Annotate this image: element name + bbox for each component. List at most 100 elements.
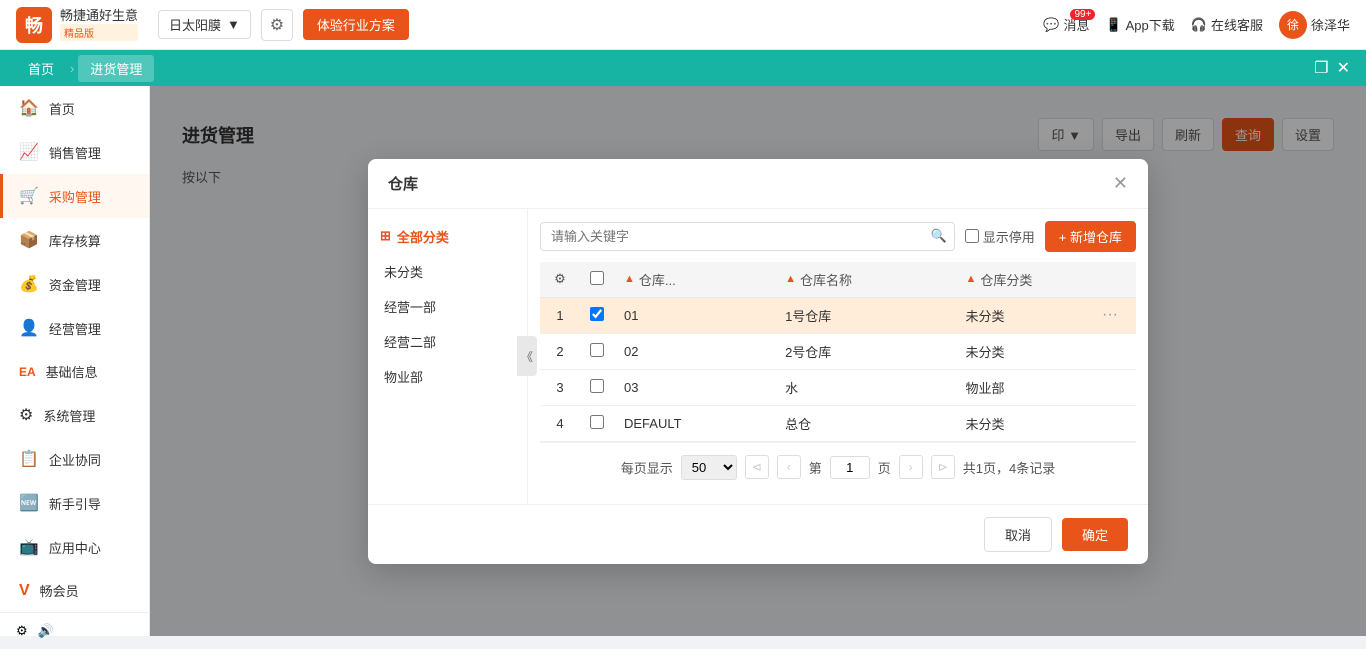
row-checkbox-cell <box>580 405 614 441</box>
sidebar-item-apps[interactable]: 📺 应用中心 <box>0 525 149 569</box>
cancel-button[interactable]: 取消 <box>984 517 1052 552</box>
row-checkbox[interactable] <box>590 343 604 357</box>
sidebar-label-sales: 销售管理 <box>49 143 101 162</box>
sales-icon: 📈 <box>19 142 39 162</box>
category-item-property[interactable]: 物业部 <box>368 359 527 394</box>
sidebar-label-management: 经营管理 <box>49 319 101 338</box>
row-name: 总仓 <box>775 405 955 441</box>
warehouse-dialog: 仓库 ✕ ⊞ 全部分类 未分类 经营 <box>368 159 1148 564</box>
message-icon: 💬 <box>1043 17 1059 33</box>
basic-info-icon: EA <box>19 365 36 379</box>
row-name: 2号仓库 <box>775 333 955 369</box>
last-page-button[interactable]: ⊳ <box>931 455 955 479</box>
page-size-label: 每页显示 <box>621 458 673 477</box>
app-download-label: App下载 <box>1126 15 1175 34</box>
row-index: 2 <box>540 333 580 369</box>
dialog-close-button[interactable]: ✕ <box>1113 173 1128 194</box>
search-icon[interactable]: 🔍 <box>931 228 947 244</box>
row-category: 未分类··· <box>956 297 1136 333</box>
user-profile[interactable]: 徐 徐泽华 <box>1279 11 1350 39</box>
table-row[interactable]: 3 03 水 物业部 <box>540 369 1136 405</box>
prev-page-icon: ‹ <box>787 460 791 474</box>
subnav-home[interactable]: 首页 <box>16 55 66 82</box>
sidebar-item-sales[interactable]: 📈 销售管理 <box>0 130 149 174</box>
row-code: 03 <box>614 369 775 405</box>
row-checkbox[interactable] <box>590 415 604 429</box>
col-name: ▲ 仓库名称 <box>775 262 955 298</box>
search-input[interactable] <box>540 222 955 251</box>
sidebar-item-enterprise[interactable]: 📋 企业协同 <box>0 437 149 481</box>
add-warehouse-button[interactable]: + 新增仓库 <box>1045 221 1136 252</box>
trial-button[interactable]: 体验行业方案 <box>303 9 409 40</box>
header-right: 💬 消息 99+ 📱 App下载 🎧 在线客服 徐 徐泽华 <box>1043 11 1350 39</box>
row-checkbox-cell <box>580 333 614 369</box>
sidebar-item-system[interactable]: ⚙ 系统管理 <box>0 393 149 437</box>
sidebar-label-basic-info: 基础信息 <box>46 362 98 381</box>
grid-icon: ⊞ <box>380 228 391 244</box>
logo-text: 畅捷通好生意 <box>60 8 138 25</box>
show-disabled-checkbox[interactable]: 显示停用 <box>965 227 1035 246</box>
purchase-icon: 🛒 <box>19 186 39 206</box>
row-checkbox[interactable] <box>590 307 604 321</box>
category-item-ops1[interactable]: 经营一部 <box>368 289 527 324</box>
page-size-select[interactable]: 50 20 100 <box>681 455 737 480</box>
row-actions[interactable]: ··· <box>1102 306 1118 324</box>
col-settings: ⚙ <box>540 262 580 298</box>
sidebar-item-purchase[interactable]: 🛒 采购管理 <box>0 174 149 218</box>
phone-icon: 📱 <box>1105 17 1121 33</box>
pagination: 每页显示 50 20 100 ⊲ ‹ <box>540 442 1136 492</box>
next-page-button[interactable]: › <box>899 455 923 479</box>
total-info: 共1页，4条记录 <box>963 458 1055 477</box>
subnav-purchase[interactable]: 进货管理 <box>78 55 154 82</box>
sidebar-label-apps: 应用中心 <box>49 538 101 557</box>
sidebar-item-inventory[interactable]: 📦 库存核算 <box>0 218 149 262</box>
row-category: 未分类 <box>956 405 1136 441</box>
sidebar-volume-icon[interactable]: 🔊 <box>38 623 54 639</box>
message-button[interactable]: 💬 消息 99+ <box>1043 15 1089 34</box>
sidebar-item-membership[interactable]: V 畅会员 <box>0 569 149 612</box>
sidebar-item-guide[interactable]: 🆕 新手引导 <box>0 481 149 525</box>
all-categories-button[interactable]: ⊞ 全部分类 <box>368 219 527 254</box>
close-window-button[interactable]: ✕ <box>1337 58 1350 78</box>
table-row[interactable]: 2 02 2号仓库 未分类 <box>540 333 1136 369</box>
sidebar: 🏠 首页 📈 销售管理 🛒 采购管理 📦 库存核算 💰 资金管理 👤 经营管理 … <box>0 86 150 636</box>
prev-page-button[interactable]: ‹ <box>777 455 801 479</box>
row-checkbox-cell <box>580 369 614 405</box>
store-selector[interactable]: 日太阳膜 ▼ <box>158 10 251 39</box>
sidebar-settings-icon[interactable]: ⚙ <box>16 623 28 639</box>
select-all-checkbox[interactable] <box>590 271 604 285</box>
category-item-ops2[interactable]: 经营二部 <box>368 324 527 359</box>
col-code: ▲ 仓库... <box>614 262 775 298</box>
store-chevron-icon: ▼ <box>227 17 240 32</box>
sidebar-bottom: ⚙ 🔊 <box>0 612 149 649</box>
sidebar-item-basic-info[interactable]: EA 基础信息 <box>0 350 149 393</box>
table-row[interactable]: 4 DEFAULT 总仓 未分类 <box>540 405 1136 441</box>
row-code: 01 <box>614 297 775 333</box>
sidebar-item-finance[interactable]: 💰 资金管理 <box>0 262 149 306</box>
sort-icon-name: ▲ <box>785 273 796 285</box>
headset-icon: 🎧 <box>1191 17 1207 33</box>
membership-icon: V <box>19 582 30 600</box>
all-categories-label: 全部分类 <box>397 227 449 246</box>
sidebar-item-management[interactable]: 👤 经营管理 <box>0 306 149 350</box>
logo-area: 畅 畅捷通好生意 精品版 <box>16 7 138 43</box>
sort-icon-cat: ▲ <box>966 273 977 285</box>
finance-icon: 💰 <box>19 274 39 294</box>
page-input[interactable] <box>830 456 870 479</box>
settings-button[interactable]: ⚙ <box>261 9 293 41</box>
table-row[interactable]: 1 01 1号仓库 未分类··· <box>540 297 1136 333</box>
first-page-icon: ⊲ <box>752 460 762 474</box>
app-download-button[interactable]: 📱 App下载 <box>1105 15 1174 34</box>
sidebar-item-home[interactable]: 🏠 首页 <box>0 86 149 130</box>
collapse-panel-button[interactable]: 《 <box>517 336 537 376</box>
avatar: 徐 <box>1279 11 1307 39</box>
first-page-button[interactable]: ⊲ <box>745 455 769 479</box>
disabled-checkbox[interactable] <box>965 229 979 243</box>
online-service-button[interactable]: 🎧 在线客服 <box>1191 15 1263 34</box>
category-item-uncategorized[interactable]: 未分类 <box>368 254 527 289</box>
row-checkbox[interactable] <box>590 379 604 393</box>
row-checkbox-cell <box>580 297 614 333</box>
dialog-footer: 取消 确定 <box>368 504 1148 564</box>
confirm-button[interactable]: 确定 <box>1062 518 1128 551</box>
restore-window-button[interactable]: ❐ <box>1314 58 1328 78</box>
